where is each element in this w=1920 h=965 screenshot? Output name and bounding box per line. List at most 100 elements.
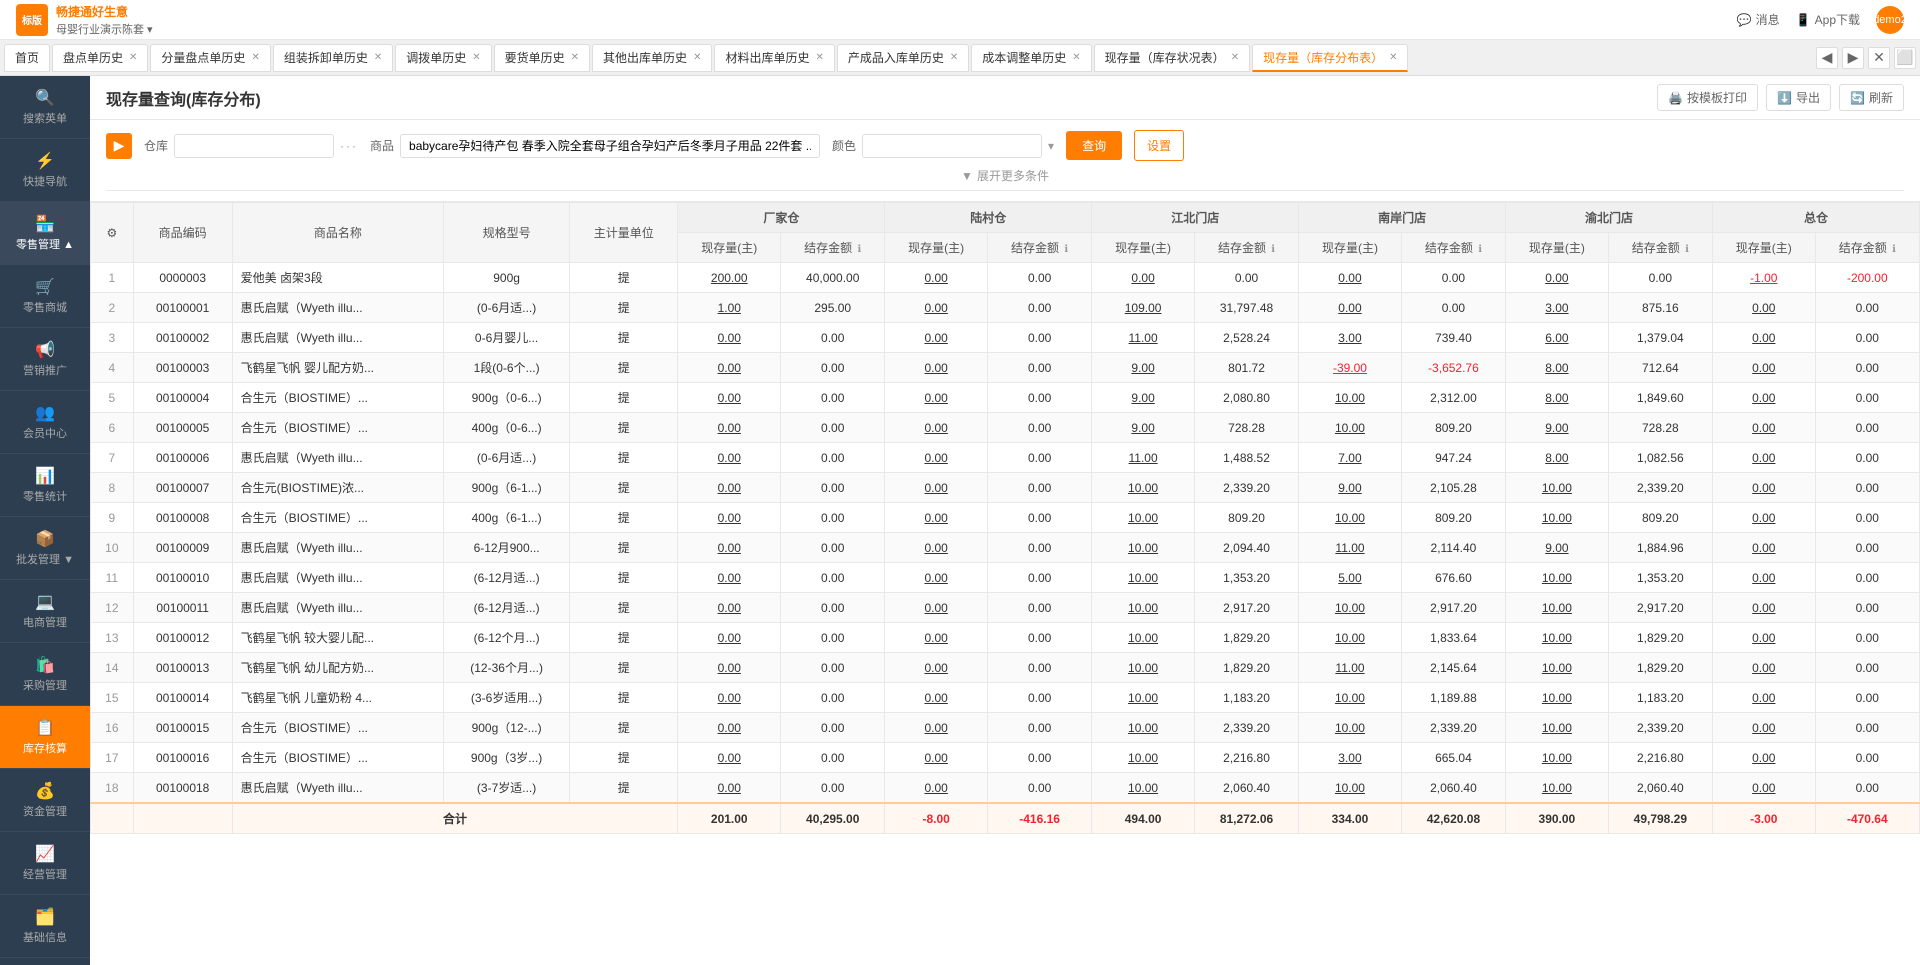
total-qty[interactable]: 0.00: [1712, 443, 1815, 473]
lucun-qty[interactable]: 0.00: [885, 683, 988, 713]
nanan-qty[interactable]: 10.00: [1299, 503, 1402, 533]
tab-expand-btn[interactable]: ⬜: [1894, 47, 1916, 69]
jiangbei-qty[interactable]: 109.00: [1092, 293, 1195, 323]
sidebar-item-basic[interactable]: 🗂️ 基础信息: [0, 895, 90, 958]
yubei-qty[interactable]: 10.00: [1506, 563, 1609, 593]
sidebar-item-member[interactable]: 👥 会员中心: [0, 391, 90, 454]
jiangbei-qty[interactable]: 10.00: [1092, 473, 1195, 503]
factory-qty[interactable]: 0.00: [678, 593, 781, 623]
lucun-qty[interactable]: 0.00: [885, 713, 988, 743]
tab-t3[interactable]: 组装拆卸单历史 ✕: [273, 44, 393, 72]
close-icon[interactable]: ✕: [815, 52, 823, 63]
setting-btn[interactable]: 设置: [1134, 130, 1184, 161]
total-qty[interactable]: 0.00: [1712, 683, 1815, 713]
total-qty[interactable]: 0.00: [1712, 323, 1815, 353]
jiangbei-qty[interactable]: 10.00: [1092, 563, 1195, 593]
jiangbei-qty[interactable]: 10.00: [1092, 743, 1195, 773]
factory-qty[interactable]: 0.00: [678, 503, 781, 533]
total-qty[interactable]: 0.00: [1712, 593, 1815, 623]
tab-t10[interactable]: 现存量（库存状况表） ✕: [1094, 44, 1250, 72]
export-btn[interactable]: ⬇️ 导出: [1766, 84, 1831, 111]
factory-qty[interactable]: 0.00: [678, 773, 781, 804]
close-icon[interactable]: ✕: [374, 52, 382, 63]
selector-text[interactable]: 母婴行业演示陈套 ▾: [56, 21, 153, 37]
close-icon[interactable]: ✕: [129, 52, 137, 63]
nanan-qty[interactable]: 7.00: [1299, 443, 1402, 473]
lucun-qty[interactable]: 0.00: [885, 563, 988, 593]
jiangbei-qty[interactable]: 0.00: [1092, 263, 1195, 293]
color-dropdown-icon[interactable]: ▾: [1048, 139, 1054, 153]
nanan-qty[interactable]: 0.00: [1299, 263, 1402, 293]
jiangbei-qty[interactable]: 11.00: [1092, 323, 1195, 353]
jiangbei-qty[interactable]: 10.00: [1092, 503, 1195, 533]
yubei-qty[interactable]: 10.00: [1506, 473, 1609, 503]
factory-qty[interactable]: 0.00: [678, 473, 781, 503]
table-container[interactable]: ⚙ 商品编码 商品名称 规格型号 主计量单位 厂家仓 陆村仓 江北门店 南岸门店…: [90, 202, 1920, 965]
z-amt-info-icon[interactable]: ℹ: [1892, 244, 1896, 255]
yubei-qty[interactable]: 10.00: [1506, 773, 1609, 804]
lucun-qty[interactable]: 0.00: [885, 623, 988, 653]
jiangbei-qty[interactable]: 10.00: [1092, 683, 1195, 713]
nanan-qty[interactable]: 10.00: [1299, 413, 1402, 443]
yubei-qty[interactable]: 10.00: [1506, 713, 1609, 743]
warehouse-input[interactable]: [174, 134, 334, 158]
yubei-qty[interactable]: 10.00: [1506, 623, 1609, 653]
sidebar-item-retail-mall[interactable]: 🛒 零售商城: [0, 265, 90, 328]
close-icon[interactable]: ✕: [251, 52, 259, 63]
close-icon[interactable]: ✕: [950, 52, 958, 63]
nanan-qty[interactable]: 5.00: [1299, 563, 1402, 593]
total-qty[interactable]: 0.00: [1712, 383, 1815, 413]
lucun-qty[interactable]: 0.00: [885, 653, 988, 683]
sidebar-item-system[interactable]: ⚙️ 系统管理: [0, 958, 90, 965]
filter-toggle-btn[interactable]: ▶: [106, 133, 132, 159]
yubei-qty[interactable]: 8.00: [1506, 383, 1609, 413]
lucun-qty[interactable]: 0.00: [885, 323, 988, 353]
gear-header[interactable]: ⚙: [91, 203, 134, 263]
lucun-qty[interactable]: 0.00: [885, 473, 988, 503]
avatar[interactable]: demo2: [1876, 6, 1904, 34]
factory-qty[interactable]: 0.00: [678, 413, 781, 443]
yubei-qty[interactable]: 10.00: [1506, 653, 1609, 683]
nanan-qty[interactable]: 10.00: [1299, 593, 1402, 623]
nanan-qty[interactable]: 10.00: [1299, 383, 1402, 413]
sidebar-item-retail-mgmt[interactable]: 🏪 零售管理 ▲: [0, 202, 90, 265]
factory-qty[interactable]: 0.00: [678, 713, 781, 743]
nanan-qty[interactable]: 3.00: [1299, 323, 1402, 353]
tab-t5[interactable]: 要货单历史 ✕: [494, 44, 590, 72]
sidebar-item-finance[interactable]: 💰 资金管理: [0, 769, 90, 832]
jiangbei-qty[interactable]: 9.00: [1092, 413, 1195, 443]
factory-qty[interactable]: 0.00: [678, 623, 781, 653]
nanan-qty[interactable]: 9.00: [1299, 473, 1402, 503]
jiangbei-qty[interactable]: 11.00: [1092, 443, 1195, 473]
tab-t2[interactable]: 分量盘点单历史 ✕: [150, 44, 270, 72]
l-amt-info-icon[interactable]: ℹ: [1064, 244, 1068, 255]
sidebar-item-operations[interactable]: 📈 经营管理: [0, 832, 90, 895]
nanan-qty[interactable]: 10.00: [1299, 773, 1402, 804]
factory-qty[interactable]: 0.00: [678, 683, 781, 713]
msg-btn[interactable]: 💬 消息: [1737, 11, 1780, 28]
expand-conditions-btn[interactable]: ▼ 展开更多条件: [961, 167, 1049, 184]
lucun-qty[interactable]: 0.00: [885, 593, 988, 623]
factory-qty[interactable]: 0.00: [678, 353, 781, 383]
yubei-qty[interactable]: 10.00: [1506, 743, 1609, 773]
total-qty[interactable]: 0.00: [1712, 353, 1815, 383]
tab-t6[interactable]: 其他出库单历史 ✕: [592, 44, 712, 72]
yb-amt-info-icon[interactable]: ℹ: [1685, 244, 1689, 255]
f-amt-info-icon[interactable]: ℹ: [857, 244, 861, 255]
sidebar-item-inventory[interactable]: 📋 库存核算: [0, 706, 90, 769]
total-qty[interactable]: 0.00: [1712, 533, 1815, 563]
yubei-qty[interactable]: 10.00: [1506, 593, 1609, 623]
goods-input[interactable]: [400, 134, 820, 158]
tab-t9[interactable]: 成本调整单历史 ✕: [971, 44, 1091, 72]
tab-t7[interactable]: 材料出库单历史 ✕: [714, 44, 834, 72]
total-qty[interactable]: 0.00: [1712, 413, 1815, 443]
factory-qty[interactable]: 0.00: [678, 323, 781, 353]
jb-amt-info-icon[interactable]: ℹ: [1271, 244, 1275, 255]
total-qty[interactable]: -1.00: [1712, 263, 1815, 293]
nanan-qty[interactable]: 10.00: [1299, 683, 1402, 713]
nanan-qty[interactable]: 11.00: [1299, 533, 1402, 563]
lucun-qty[interactable]: 0.00: [885, 413, 988, 443]
jiangbei-qty[interactable]: 10.00: [1092, 653, 1195, 683]
close-icon[interactable]: ✕: [693, 52, 701, 63]
lucun-qty[interactable]: 0.00: [885, 443, 988, 473]
